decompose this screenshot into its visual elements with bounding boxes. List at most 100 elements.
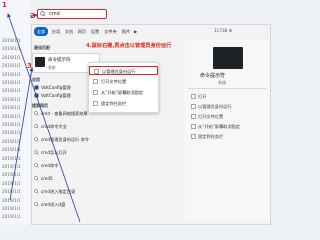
cmd-app-icon <box>35 57 45 67</box>
results-count: 11738 ⚙ <box>214 28 233 33</box>
file-date: 2019/1/1 <box>2 214 21 220</box>
list-item-label: cmd - 查看网络搜索结果 <box>41 111 88 116</box>
file-date: 2019/1/1 <box>2 113 21 119</box>
file-date: 2019/1/1 <box>2 80 21 85</box>
app-icon <box>34 85 39 90</box>
tab-more-icon[interactable]: ▶ <box>134 27 137 36</box>
list-item-label: VoltConfig管理 <box>41 93 71 98</box>
search-icon <box>34 163 39 168</box>
preview-subtitle: 系统 <box>218 80 226 85</box>
file-date: 2019/1/1 <box>2 172 21 178</box>
shield-icon <box>191 104 196 109</box>
search-icon <box>34 124 39 129</box>
tab-0[interactable]: 全部 <box>34 27 48 36</box>
best-match-section-label: 最佳匹配 <box>34 45 50 50</box>
file-date: 2019/1/1 <box>2 130 21 136</box>
file-date: 2019/1/1 <box>2 189 21 195</box>
file-list-sidebar: 2019/1/1 2019/1/1 2019/1/1 2019/1/1 2019/1/1… <box>0 0 30 225</box>
file-date: 2019/1/1 <box>2 147 21 153</box>
file-date: 2019/1/1 <box>2 46 21 52</box>
preview-action-3[interactable]: 从“开始”屏幕取消固定 <box>188 122 266 131</box>
list-item[interactable]: cmd管理员身份运行 命令 <box>32 136 183 144</box>
unpin-icon <box>191 124 196 129</box>
preview-action-1[interactable]: 以管理员身份运行 <box>188 102 266 111</box>
file-date: 2019/1/1 <box>2 96 21 102</box>
context-menu-item-2[interactable]: 从“开始”屏幕取消固定 <box>89 88 158 97</box>
folder-icon <box>93 79 98 84</box>
preview-divider <box>188 88 266 89</box>
preview-action-label: 打开 <box>198 94 207 99</box>
best-match-title: 命令提示符 <box>48 58 71 63</box>
context-menu-label: 打开文件位置 <box>101 79 127 84</box>
list-item-label: cmd5 <box>41 176 53 181</box>
file-date: 2019/1/1 <box>2 63 21 69</box>
preview-action-4[interactable]: 固定到任务栏 <box>188 132 266 141</box>
list-item[interactable]: cmd命令大全 <box>32 123 183 131</box>
section-label: 应用 <box>32 77 40 82</box>
search-icon <box>34 137 39 142</box>
file-date: 2019/1/1 <box>2 155 21 161</box>
context-menu-item-3[interactable]: 固定到任务栏 <box>89 99 158 108</box>
context-menu: 以管理员身份运行 打开文件位置从“开始”屏幕取消固定 固定到任务栏 <box>88 62 159 113</box>
cmd-large-icon <box>213 47 243 69</box>
tab-6[interactable]: 照片 <box>120 27 132 36</box>
preview-action-label: 从“开始”屏幕取消固定 <box>198 124 241 129</box>
context-menu-label: 从“开始”屏幕取消固定 <box>101 90 144 95</box>
preview-action-label: 打开文件位置 <box>198 114 224 119</box>
search-icon <box>34 176 39 181</box>
search-icon <box>40 11 46 17</box>
list-item-label: cmd怎么打开 <box>41 150 67 155</box>
list-item-label: cmd进入指定目录 <box>41 189 76 194</box>
annotation-step1: 1 <box>2 1 7 9</box>
preview-action-2[interactable]: 打开文件位置 <box>188 112 266 121</box>
preview-action-label: 固定到任务栏 <box>198 134 224 139</box>
tab-5[interactable]: 文件夹 <box>103 27 118 36</box>
tab-3[interactable]: 网页 <box>76 27 88 36</box>
search-icon <box>34 189 39 194</box>
list-item-label: cmd命令大全 <box>41 124 67 129</box>
tab-1[interactable]: 应用 <box>50 27 62 36</box>
pin-icon <box>93 101 98 106</box>
file-date: 2019/1/1 <box>2 54 21 60</box>
folder-icon <box>191 114 196 119</box>
search-box[interactable]: cmd <box>37 9 107 19</box>
list-item-label: cmd进入d盘 <box>41 202 66 207</box>
section-label: 搜索网页 <box>32 103 48 108</box>
search-icon <box>34 111 39 116</box>
annotation-step3: 3 <box>27 62 32 70</box>
annotation-step2: 2 <box>30 12 35 20</box>
search-icon <box>34 202 39 207</box>
pin-icon <box>191 134 196 139</box>
file-date: 2019/1/1 <box>2 71 21 77</box>
preview-action-0[interactable]: 打开 <box>188 92 266 101</box>
list-item-label: cmd管理员身份运行 命令 <box>41 137 90 142</box>
list-item-label: cmd命令 <box>41 163 59 168</box>
search-icon <box>34 150 39 155</box>
annotation-step4: 4.鼠标右键,再点击以管理员身份运行 <box>86 43 172 49</box>
shield-icon <box>94 69 99 74</box>
tab-2[interactable]: 文档 <box>63 27 75 36</box>
list-item[interactable]: cmd怎么打开 <box>32 149 183 157</box>
file-date: 2019/1/1 <box>2 38 21 43</box>
file-date: 2019/1/1 <box>2 180 21 186</box>
best-match-subtitle: 系统 <box>48 65 56 70</box>
file-date: 2019/1/1 <box>2 138 21 144</box>
list-item[interactable]: cmd5 <box>32 175 183 183</box>
preview-action-label: 以管理员身份运行 <box>198 104 232 109</box>
file-date: 2019/1/1 <box>2 122 21 127</box>
app-icon <box>34 93 39 98</box>
context-menu-label: 以管理员身份运行 <box>102 69 136 74</box>
unpin-icon <box>93 90 98 95</box>
context-menu-item-1[interactable]: 打开文件位置 <box>89 77 158 86</box>
file-date: 2019/1/1 <box>2 197 21 203</box>
search-input[interactable]: cmd <box>49 11 60 17</box>
list-item-label: VoltConfig管理 <box>41 85 71 90</box>
tab-4[interactable]: 设置 <box>89 27 101 36</box>
list-item[interactable]: cmd命令 <box>32 162 183 170</box>
context-menu-label: 固定到任务栏 <box>101 101 127 106</box>
file-date: 2019/1/1 <box>2 88 21 94</box>
list-item[interactable]: cmd进入d盘 <box>32 201 183 209</box>
list-item[interactable]: cmd进入指定目录 <box>32 188 183 196</box>
context-menu-item-0[interactable]: 以管理员身份运行 <box>89 66 158 75</box>
filter-tabs: 全部 应用 文档 网页 设置 文件夹 照片 ▶ <box>32 27 270 37</box>
